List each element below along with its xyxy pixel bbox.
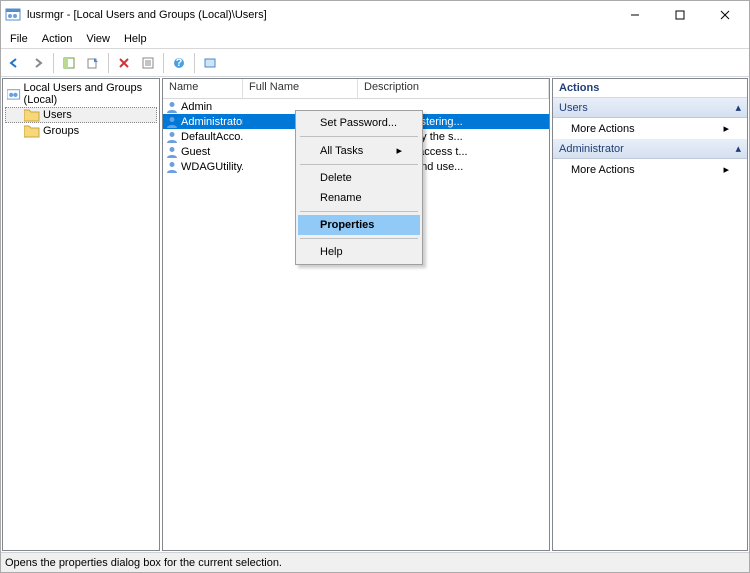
context-menu: Set Password... All Tasks ▸ Delete Rename Pro… — [295, 110, 423, 265]
menu-action[interactable]: Action — [35, 31, 80, 47]
app-icon — [5, 7, 21, 23]
tree-node-label: Groups — [43, 125, 79, 137]
close-button[interactable] — [702, 1, 747, 29]
menubar: File Action View Help — [1, 29, 749, 49]
user-name: Guest — [181, 146, 210, 158]
context-menu-item-delete[interactable]: Delete — [298, 168, 420, 188]
refresh-button[interactable] — [199, 52, 221, 74]
list-header: Name Full Name Description — [163, 79, 549, 99]
toolbar-separator — [194, 53, 195, 73]
menu-view[interactable]: View — [79, 31, 117, 47]
context-menu-item-set-password[interactable]: Set Password... — [298, 113, 420, 133]
actions-section-title: Users — [559, 102, 588, 114]
submenu-arrow-icon: ▸ — [396, 144, 402, 157]
folder-icon — [24, 124, 40, 138]
context-menu-item-all-tasks[interactable]: All Tasks ▸ — [298, 140, 420, 161]
actions-item-label: More Actions — [571, 123, 635, 135]
context-menu-item-label: Rename — [320, 192, 362, 204]
column-header-name[interactable]: Name — [163, 79, 243, 98]
statusbar: Opens the properties dialog box for the … — [1, 552, 749, 572]
user-name: Administrator — [181, 116, 243, 128]
column-header-description[interactable]: Description — [358, 79, 549, 98]
cell-name: Guest — [163, 145, 243, 159]
tree-node-users[interactable]: Users — [5, 107, 157, 123]
toolbar-separator — [163, 53, 164, 73]
tree-root[interactable]: Local Users and Groups (Local) — [5, 81, 157, 107]
export-list-button[interactable] — [82, 52, 104, 74]
cell-name: DefaultAcco... — [163, 130, 243, 144]
titlebar: lusrmgr - [Local Users and Groups (Local… — [1, 1, 749, 29]
context-menu-item-help[interactable]: Help — [298, 242, 420, 262]
context-menu-separator — [300, 238, 418, 239]
statusbar-text: Opens the properties dialog box for the … — [5, 557, 282, 569]
collapse-icon: ▴ — [735, 101, 741, 114]
toolbar-separator — [108, 53, 109, 73]
context-menu-separator — [300, 136, 418, 137]
help-button[interactable]: ? — [168, 52, 190, 74]
minimize-button[interactable] — [612, 1, 657, 29]
tree-node-groups[interactable]: Groups — [5, 123, 157, 139]
actions-item-more-actions-admin[interactable]: More Actions ▸ — [553, 159, 747, 180]
context-menu-item-label: Help — [320, 246, 343, 258]
context-menu-item-rename[interactable]: Rename — [298, 188, 420, 208]
tree-root-label: Local Users and Groups (Local) — [24, 82, 155, 106]
show-hide-tree-button[interactable] — [58, 52, 80, 74]
menu-file[interactable]: File — [3, 31, 35, 47]
toolbar-separator — [53, 53, 54, 73]
context-menu-item-label: Properties — [320, 219, 374, 231]
back-button[interactable] — [3, 52, 25, 74]
collapse-icon: ▴ — [735, 142, 741, 155]
user-name: DefaultAcco... — [181, 131, 243, 143]
context-menu-item-properties[interactable]: Properties — [298, 215, 420, 235]
submenu-arrow-icon: ▸ — [723, 122, 729, 135]
actions-section-title: Administrator — [559, 143, 624, 155]
actions-panel: Actions Users ▴ More Actions ▸ Administr… — [552, 78, 748, 551]
toolbar: ? — [1, 49, 749, 77]
cell-name: Administrator — [163, 115, 243, 129]
actions-section-users[interactable]: Users ▴ — [553, 98, 747, 118]
column-header-fullname[interactable]: Full Name — [243, 79, 358, 98]
cell-name: WDAGUtility... — [163, 160, 243, 174]
tree-node-label: Users — [43, 109, 72, 121]
context-menu-item-label: All Tasks — [320, 145, 363, 157]
actions-section-administrator[interactable]: Administrator ▴ — [553, 139, 747, 159]
user-name: Admin — [181, 101, 212, 113]
tree-panel: Local Users and Groups (Local) Users Gro… — [2, 78, 160, 551]
context-menu-separator — [300, 164, 418, 165]
delete-button[interactable] — [113, 52, 135, 74]
actions-item-more-actions-users[interactable]: More Actions ▸ — [553, 118, 747, 139]
user-name: WDAGUtility... — [181, 161, 243, 173]
context-menu-item-label: Delete — [320, 172, 352, 184]
folder-icon — [24, 108, 40, 122]
cell-name: Admin — [163, 100, 243, 114]
actions-header: Actions — [553, 79, 747, 98]
actions-item-label: More Actions — [571, 164, 635, 176]
context-menu-separator — [300, 211, 418, 212]
forward-button[interactable] — [27, 52, 49, 74]
context-menu-item-label: Set Password... — [320, 117, 397, 129]
submenu-arrow-icon: ▸ — [723, 163, 729, 176]
maximize-button[interactable] — [657, 1, 702, 29]
users-groups-icon — [7, 87, 21, 101]
properties-button[interactable] — [137, 52, 159, 74]
menu-help[interactable]: Help — [117, 31, 154, 47]
window-title: lusrmgr - [Local Users and Groups (Local… — [27, 9, 612, 21]
svg-text:?: ? — [176, 57, 183, 69]
